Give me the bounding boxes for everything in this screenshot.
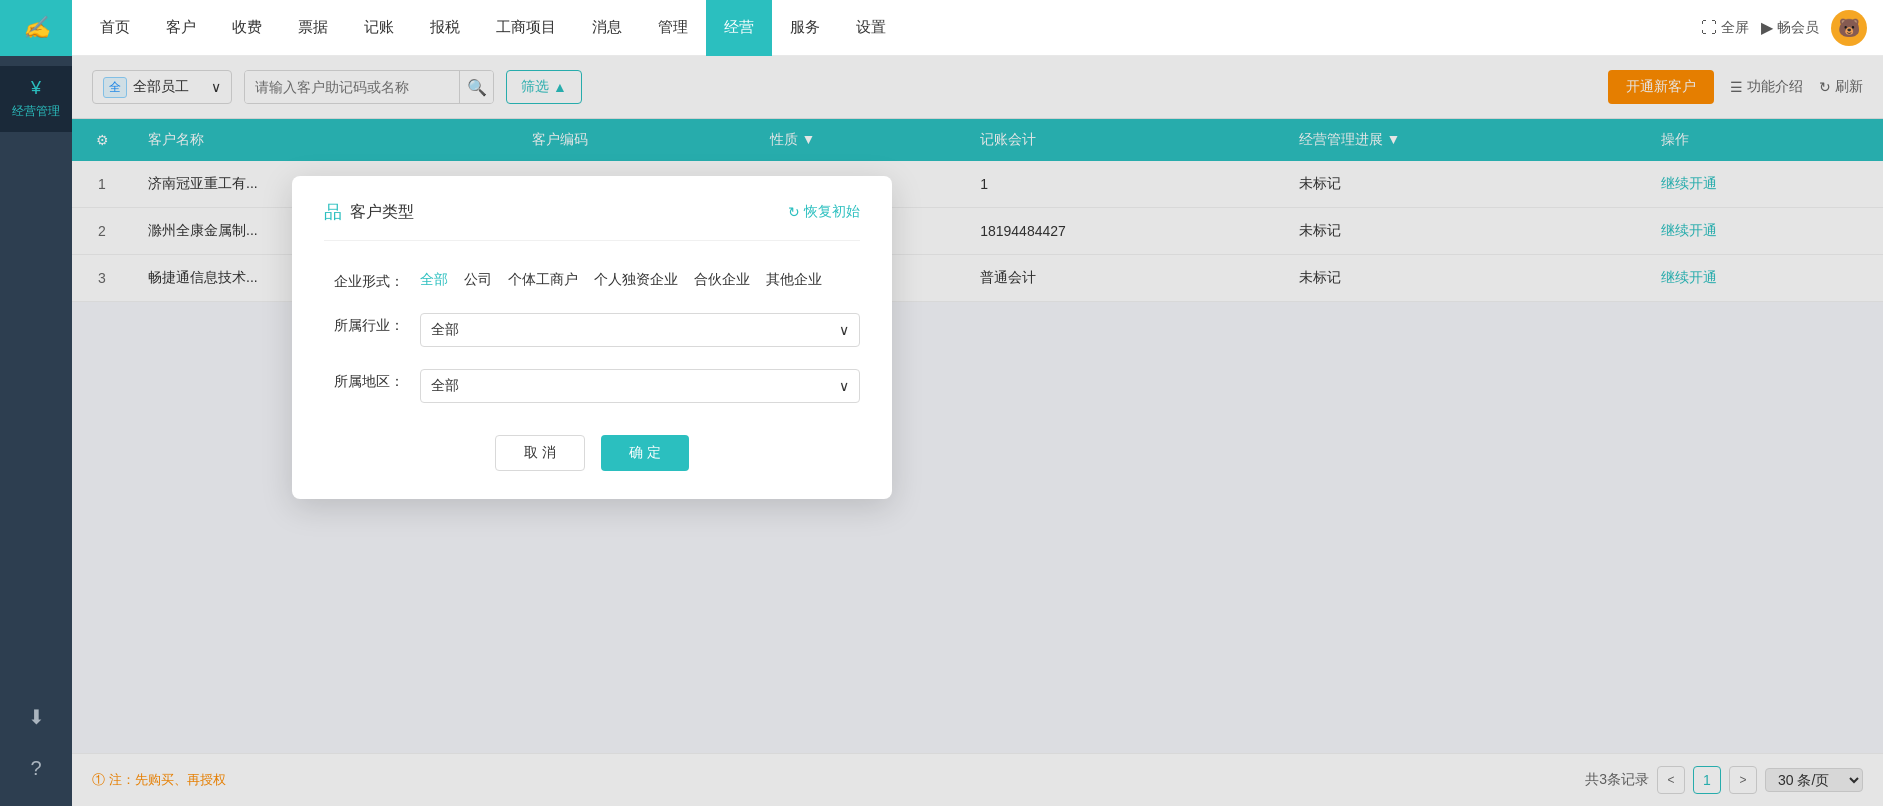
region-label: 所属地区： <box>324 369 404 391</box>
enterprise-option-其他企业[interactable]: 其他企业 <box>766 269 822 291</box>
sidebar-item-label: 经营管理 <box>12 103 60 120</box>
enterprise-option-个人独资企业[interactable]: 个人独资企业 <box>594 269 678 291</box>
cancel-button[interactable]: 取 消 <box>495 435 585 471</box>
nav-item-记账[interactable]: 记账 <box>346 0 412 56</box>
modal-body: 企业形式： 全部公司个体工商户个人独资企业合伙企业其他企业 所属行业： 全部 ∨ <box>324 269 860 403</box>
download-icon: ⬇ <box>28 705 45 729</box>
nav-item-管理[interactable]: 管理 <box>640 0 706 56</box>
enterprise-option-个体工商户[interactable]: 个体工商户 <box>508 269 578 291</box>
sidebar-bottom: ⬇ ? <box>0 695 72 806</box>
region-row: 所属地区： 全部 ∨ <box>324 369 860 403</box>
region-chevron-icon: ∨ <box>839 378 849 394</box>
nav-item-消息[interactable]: 消息 <box>574 0 640 56</box>
fullscreen-icon: ⛶ <box>1701 19 1717 37</box>
fullscreen-label: 全屏 <box>1721 19 1749 37</box>
nav-right: ⛶ 全屏 ▶ 畅会员 🐻 <box>1701 10 1883 46</box>
fullscreen-button[interactable]: ⛶ 全屏 <box>1701 19 1749 37</box>
region-value: 全部 <box>431 377 459 395</box>
nav-item-报税[interactable]: 报税 <box>412 0 478 56</box>
filter-modal: 品 客户类型 ↻ 恢复初始 企业形式： 全部公司个体工商户个人独资企业合伙企业其… <box>292 176 892 499</box>
nav-items: 首页客户收费票据记账报税工商项目消息管理经营服务设置 <box>72 0 1701 55</box>
industry-value: 全部 <box>431 321 459 339</box>
sidebar-item-business-mgmt[interactable]: ¥ 经营管理 <box>0 66 72 132</box>
enterprise-type-options: 全部公司个体工商户个人独资企业合伙企业其他企业 <box>420 269 860 291</box>
main-layout: ¥ 经营管理 ⬇ ? 全 全部员工 ∨ 🔍 筛选 <box>0 56 1883 806</box>
main-content: 全 全部员工 ∨ 🔍 筛选 ▲ 开通新客户 ☰ 功能介绍 ↻ 刷新 <box>72 56 1883 806</box>
reset-label: 恢复初始 <box>804 203 860 221</box>
nav-item-票据[interactable]: 票据 <box>280 0 346 56</box>
industry-chevron-icon: ∨ <box>839 322 849 338</box>
enterprise-option-公司[interactable]: 公司 <box>464 269 492 291</box>
nav-item-经营[interactable]: 经营 <box>706 0 772 56</box>
nav-item-工商项目[interactable]: 工商项目 <box>478 0 574 56</box>
sidebar: ¥ 经营管理 ⬇ ? <box>0 56 72 806</box>
reset-icon: ↻ <box>788 204 800 220</box>
industry-row: 所属行业： 全部 ∨ <box>324 313 860 347</box>
modal-header: 品 客户类型 ↻ 恢复初始 <box>324 200 860 241</box>
nav-item-收费[interactable]: 收费 <box>214 0 280 56</box>
vip-label: 畅会员 <box>1777 19 1819 37</box>
modal-footer: 取 消 确 定 <box>324 435 860 471</box>
sidebar-money-icon: ¥ <box>31 78 41 99</box>
logo-icon: ✍ <box>23 15 50 41</box>
nav-item-首页[interactable]: 首页 <box>82 0 148 56</box>
enterprise-type-row: 企业形式： 全部公司个体工商户个人独资企业合伙企业其他企业 <box>324 269 860 291</box>
enterprise-type-label: 企业形式： <box>324 269 404 291</box>
modal-reset-button[interactable]: ↻ 恢复初始 <box>788 203 860 221</box>
industry-label: 所属行业： <box>324 313 404 335</box>
logo-area: ✍ <box>0 0 72 56</box>
vip-button[interactable]: ▶ 畅会员 <box>1761 18 1819 37</box>
enterprise-option-全部[interactable]: 全部 <box>420 269 448 291</box>
top-nav: ✍ 首页客户收费票据记账报税工商项目消息管理经营服务设置 ⛶ 全屏 ▶ 畅会员 … <box>0 0 1883 56</box>
nav-item-客户[interactable]: 客户 <box>148 0 214 56</box>
modal-title: 品 客户类型 <box>324 200 414 224</box>
sidebar-help-button[interactable]: ? <box>0 747 72 790</box>
nav-item-服务[interactable]: 服务 <box>772 0 838 56</box>
modal-overlay: 品 客户类型 ↻ 恢复初始 企业形式： 全部公司个体工商户个人独资企业合伙企业其… <box>72 56 1883 806</box>
industry-select[interactable]: 全部 ∨ <box>420 313 860 347</box>
nav-item-设置[interactable]: 设置 <box>838 0 904 56</box>
vip-icon: ▶ <box>1761 18 1773 37</box>
help-icon: ? <box>30 757 41 780</box>
sidebar-download-button[interactable]: ⬇ <box>0 695 72 739</box>
modal-title-text: 客户类型 <box>350 202 414 223</box>
industry-select-wrapper: 全部 ∨ <box>420 313 860 347</box>
avatar[interactable]: 🐻 <box>1831 10 1867 46</box>
modal-title-icon: 品 <box>324 200 342 224</box>
enterprise-option-合伙企业[interactable]: 合伙企业 <box>694 269 750 291</box>
confirm-button[interactable]: 确 定 <box>601 435 689 471</box>
region-select-wrapper: 全部 ∨ <box>420 369 860 403</box>
region-select[interactable]: 全部 ∨ <box>420 369 860 403</box>
